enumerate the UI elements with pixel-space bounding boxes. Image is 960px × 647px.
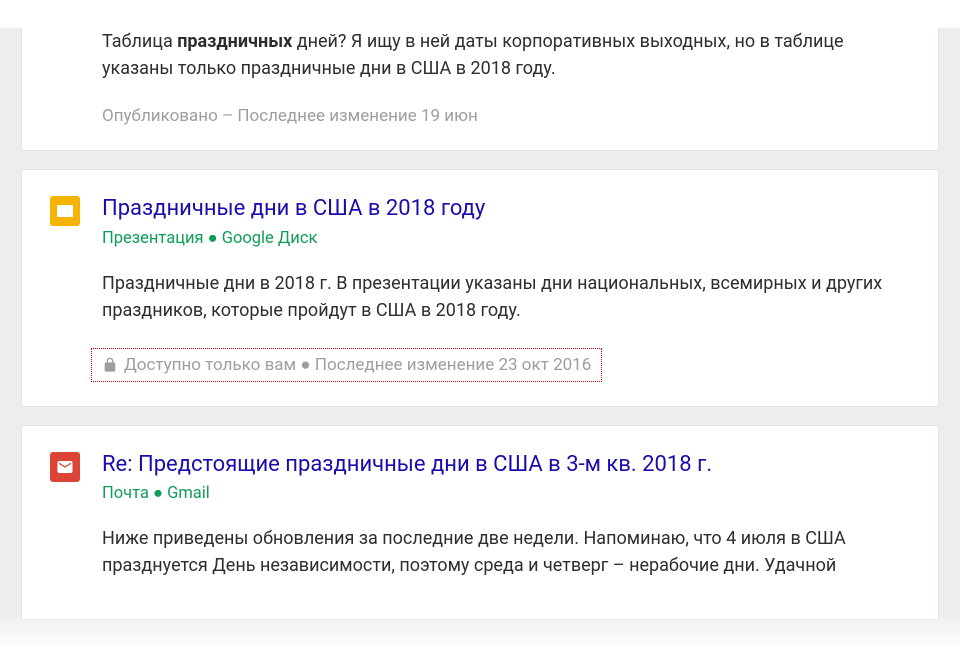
result-meta: Опубликовано – Последнее изменение 19 ию…	[102, 106, 910, 126]
result-privacy-meta: Доступно только вам ● Последнее изменени…	[91, 348, 602, 382]
mail-icon	[50, 452, 82, 484]
result-title-link[interactable]: Праздничные дни в США в 2018 году	[102, 194, 485, 224]
slides-icon	[50, 196, 82, 228]
lock-icon	[102, 357, 116, 373]
search-result-card: Таблица праздничных дней? Я ищу в ней да…	[21, 28, 939, 151]
search-result-card: Re: Предстоящие праздничные дни в США в …	[21, 425, 939, 621]
result-source: Презентация ● Google Диск	[102, 229, 910, 248]
result-title-link[interactable]: Re: Предстоящие праздничные дни в США в …	[102, 450, 712, 480]
result-snippet: Праздничные дни в 2018 г. В презентации …	[102, 270, 910, 324]
result-source: Почта ● Gmail	[102, 484, 910, 503]
result-snippet: Таблица праздничных дней? Я ищу в ней да…	[102, 28, 910, 82]
result-snippet: Ниже приведены обновления за последние д…	[102, 525, 910, 579]
search-result-card: Праздничные дни в США в 2018 году Презен…	[21, 169, 939, 407]
